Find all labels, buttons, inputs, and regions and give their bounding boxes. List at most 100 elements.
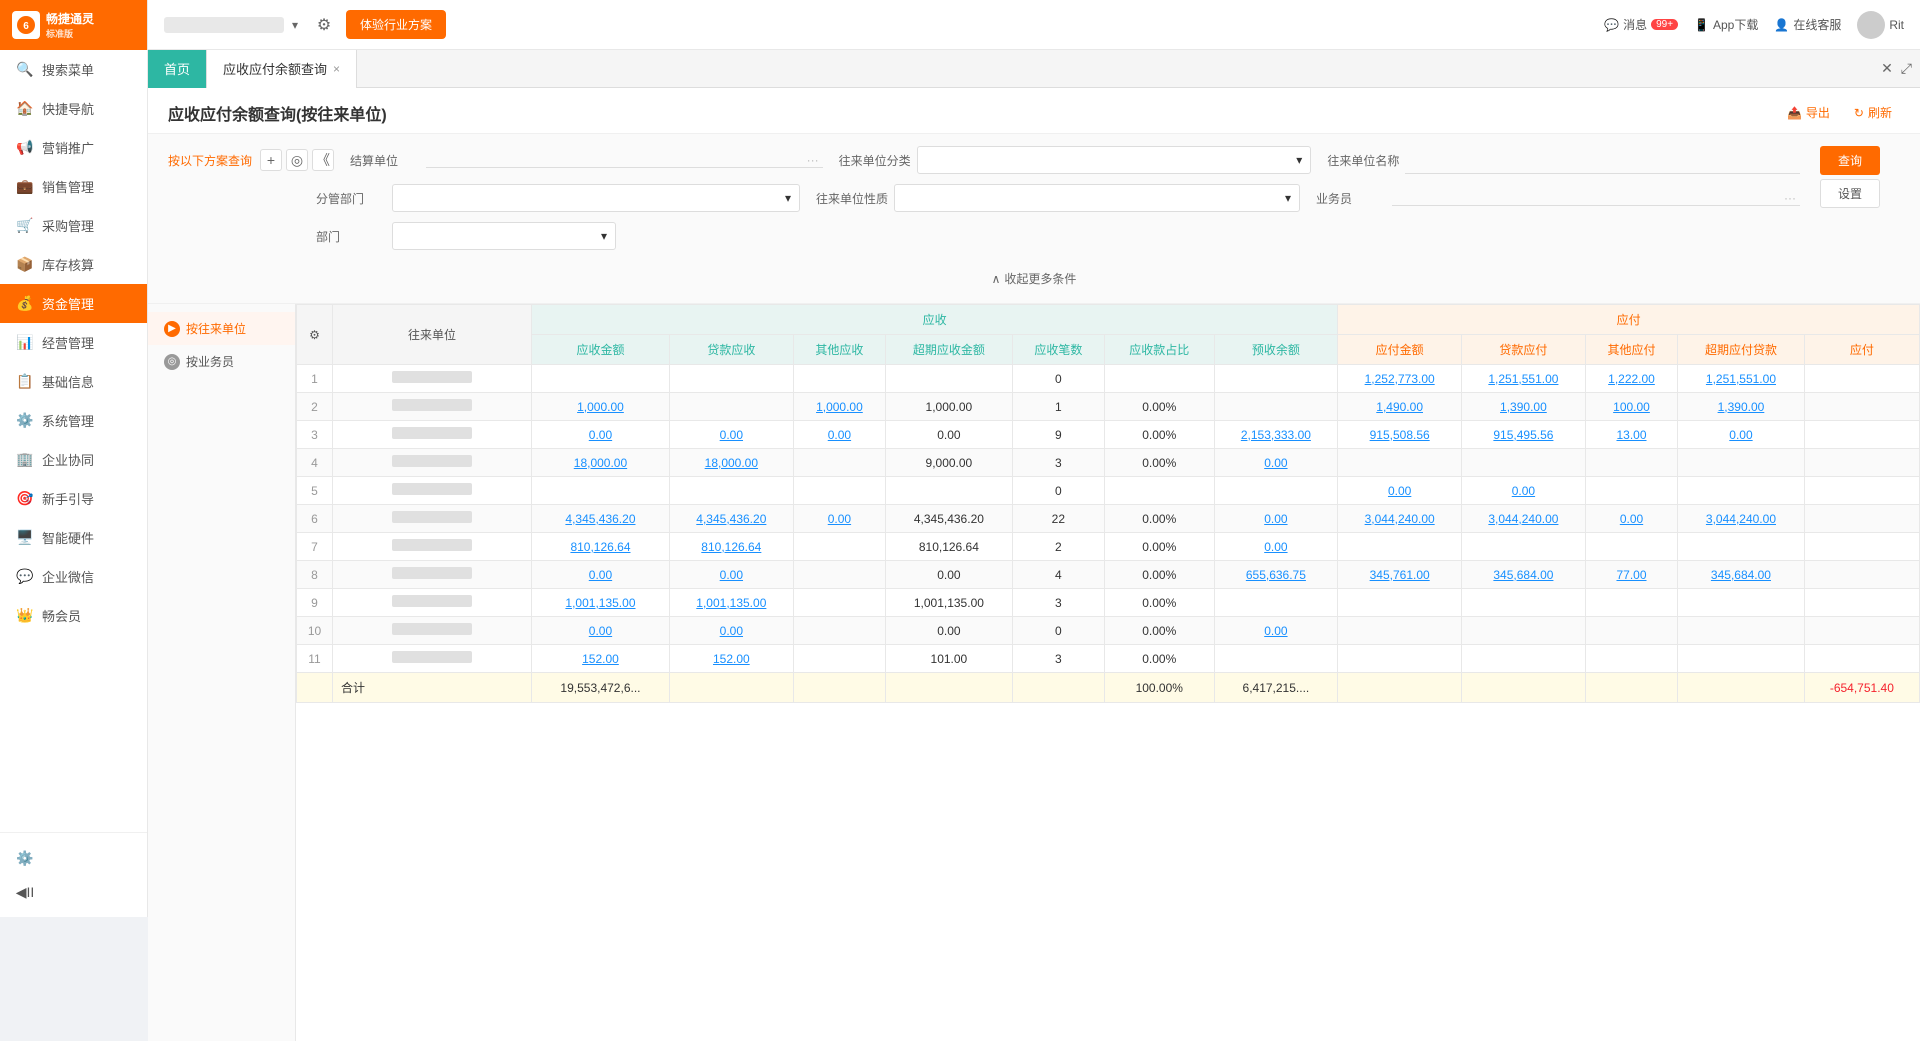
header-gear-btn[interactable]: ⚙ (310, 11, 338, 39)
cell-r8-c3[interactable]: 1,001,135.00 (669, 589, 793, 617)
cell-r7-c8[interactable]: 655,636.75 (1214, 561, 1338, 589)
partner-nature-select[interactable]: ▾ (894, 184, 1300, 212)
cell-r2-c2[interactable]: 0.00 (531, 421, 669, 449)
cell-r5-c9[interactable]: 3,044,240.00 (1338, 505, 1462, 533)
cell-r3-c2[interactable]: 18,000.00 (531, 449, 669, 477)
cell-r7-c11[interactable]: 77.00 (1585, 561, 1677, 589)
message-btn[interactable]: 💬 消息 99+ (1604, 16, 1678, 33)
cell-r2-c9[interactable]: 915,508.56 (1338, 421, 1462, 449)
cell-r1-c10[interactable]: 1,390.00 (1462, 393, 1586, 421)
cell-r7-c9[interactable]: 345,761.00 (1338, 561, 1462, 589)
tab-ar-ap[interactable]: 应收应付余额查询 × (207, 50, 357, 88)
col-settings-header[interactable]: ⚙ (297, 305, 333, 365)
cell-r5-c12[interactable]: 3,044,240.00 (1678, 505, 1805, 533)
cell-r8-c2[interactable]: 1,001,135.00 (531, 589, 669, 617)
filter-collapse-btn[interactable]: 《 (312, 149, 334, 171)
sidebar-item-marketing[interactable]: 📢 营销推广 (0, 128, 147, 167)
cell-r4-c10[interactable]: 0.00 (1462, 477, 1586, 505)
sidebar-item-purchase[interactable]: 🛒 采购管理 (0, 206, 147, 245)
cell-r0-c10[interactable]: 1,251,551.00 (1462, 365, 1586, 393)
filter-add-btn[interactable]: + (260, 149, 282, 171)
cell-r9-c8[interactable]: 0.00 (1214, 617, 1338, 645)
cell-r2-c11[interactable]: 13.00 (1585, 421, 1677, 449)
cell-r2-c12[interactable]: 0.00 (1678, 421, 1805, 449)
cell-r6-c8[interactable]: 0.00 (1214, 533, 1338, 561)
partner-name-input[interactable] (1405, 146, 1800, 174)
sidebar-item-hardware[interactable]: 🖥️ 智能硬件 (0, 518, 147, 557)
col-recv-5: 应收款占比 (1105, 335, 1214, 365)
cell-r6-c3[interactable]: 810,126.64 (669, 533, 793, 561)
cell-r9-c3[interactable]: 0.00 (669, 617, 793, 645)
online-service-btn[interactable]: 👤 在线客服 (1774, 16, 1841, 33)
cell-r5-c10[interactable]: 3,044,240.00 (1462, 505, 1586, 533)
cell-r5-c4[interactable]: 0.00 (793, 505, 885, 533)
cell-r1-c1 (333, 393, 532, 421)
refresh-button[interactable]: ↻ 刷新 (1846, 100, 1900, 125)
cell-r1-c2[interactable]: 1,000.00 (531, 393, 669, 421)
tab-home[interactable]: 首页 (148, 50, 207, 88)
cell-r2-c10[interactable]: 915,495.56 (1462, 421, 1586, 449)
cell-r0-c12[interactable]: 1,251,551.00 (1678, 365, 1805, 393)
cell-r4-c9[interactable]: 0.00 (1338, 477, 1462, 505)
cell-r6-c2[interactable]: 810,126.64 (531, 533, 669, 561)
cell-r7-c12[interactable]: 345,684.00 (1678, 561, 1805, 589)
sidebar-item-settings[interactable]: ⚙️ (0, 841, 147, 875)
app-download-btn[interactable]: 📱 App下载 (1694, 16, 1758, 33)
left-panel-by-salesperson[interactable]: ◎ 按业务员 (148, 345, 295, 378)
window-expand-icon[interactable]: ⤢ (1901, 60, 1912, 77)
cell-r1-c4[interactable]: 1,000.00 (793, 393, 885, 421)
tab-close-btn[interactable]: × (333, 62, 340, 76)
partner-category-select[interactable]: ▾ (917, 146, 1312, 174)
cell-r5-c8[interactable]: 0.00 (1214, 505, 1338, 533)
department-select[interactable]: ▾ (392, 222, 616, 250)
collapse-conditions-btn[interactable]: ∧ 收起更多条件 (980, 266, 1089, 291)
sidebar-item-collapse[interactable]: ◀II (0, 875, 147, 909)
sidebar-item-operations[interactable]: 📊 经营管理 (0, 323, 147, 362)
sidebar-item-inventory[interactable]: 📦 库存核算 (0, 245, 147, 284)
cell-r1-c11[interactable]: 100.00 (1585, 393, 1677, 421)
settings-button[interactable]: 设置 (1820, 179, 1880, 208)
sidebar-item-wechat[interactable]: 💬 企业微信 (0, 557, 147, 596)
cell-r5-c3[interactable]: 4,345,436.20 (669, 505, 793, 533)
cell-r0-c9[interactable]: 1,252,773.00 (1338, 365, 1462, 393)
sidebar-item-search[interactable]: 🔍 搜索菜单 (0, 50, 147, 89)
sidebar-item-capital[interactable]: 💰 资金管理 (0, 284, 147, 323)
cell-r2-c8[interactable]: 2,153,333.00 (1214, 421, 1338, 449)
left-panel-by-partner[interactable]: ▶ 按往来单位 (148, 312, 295, 345)
header-dropdown[interactable]: ▾ (292, 18, 298, 32)
sidebar-item-vip[interactable]: 👑 畅会员 (0, 596, 147, 635)
export-button[interactable]: 📤 导出 (1779, 100, 1838, 125)
cell-r0-c11[interactable]: 1,222.00 (1585, 365, 1677, 393)
sidebar-item-system[interactable]: ⚙️ 系统管理 (0, 401, 147, 440)
cell-r10-c3[interactable]: 152.00 (669, 645, 793, 673)
cell-r7-c3[interactable]: 0.00 (669, 561, 793, 589)
sidebar-item-guide[interactable]: 🎯 新手引导 (0, 479, 147, 518)
app-icon: 📱 (1694, 18, 1709, 32)
filter-target-btn[interactable]: ◎ (286, 149, 308, 171)
cell-r1-c9[interactable]: 1,490.00 (1338, 393, 1462, 421)
cell-r9-c2[interactable]: 0.00 (531, 617, 669, 645)
cell-r5-c2[interactable]: 4,345,436.20 (531, 505, 669, 533)
dept-in-charge-select[interactable]: ▾ (392, 184, 800, 212)
cell-r3-c3[interactable]: 18,000.00 (669, 449, 793, 477)
cell-r7-c2[interactable]: 0.00 (531, 561, 669, 589)
settlement-unit-input[interactable]: ··· (426, 153, 823, 168)
footer-empty-8 (1585, 673, 1677, 703)
window-close-icon[interactable]: ✕ (1881, 60, 1893, 77)
sidebar-item-corp[interactable]: 🏢 企业协同 (0, 440, 147, 479)
cell-r7-c10[interactable]: 345,684.00 (1462, 561, 1586, 589)
cell-r1-c12[interactable]: 1,390.00 (1678, 393, 1805, 421)
query-button[interactable]: 查询 (1820, 146, 1880, 175)
promo-button[interactable]: 体验行业方案 (346, 10, 446, 39)
logo-sub: 标准版 (46, 27, 94, 40)
salesperson-input[interactable]: ··· (1392, 191, 1800, 206)
sidebar-item-sales[interactable]: 💼 销售管理 (0, 167, 147, 206)
cell-r3-c8[interactable]: 0.00 (1214, 449, 1338, 477)
user-profile[interactable]: Rit (1857, 11, 1904, 39)
sidebar-item-basic[interactable]: 📋 基础信息 (0, 362, 147, 401)
sidebar-item-quick[interactable]: 🏠 快捷导航 (0, 89, 147, 128)
cell-r10-c2[interactable]: 152.00 (531, 645, 669, 673)
cell-r2-c3[interactable]: 0.00 (669, 421, 793, 449)
cell-r5-c11[interactable]: 0.00 (1585, 505, 1677, 533)
cell-r2-c4[interactable]: 0.00 (793, 421, 885, 449)
